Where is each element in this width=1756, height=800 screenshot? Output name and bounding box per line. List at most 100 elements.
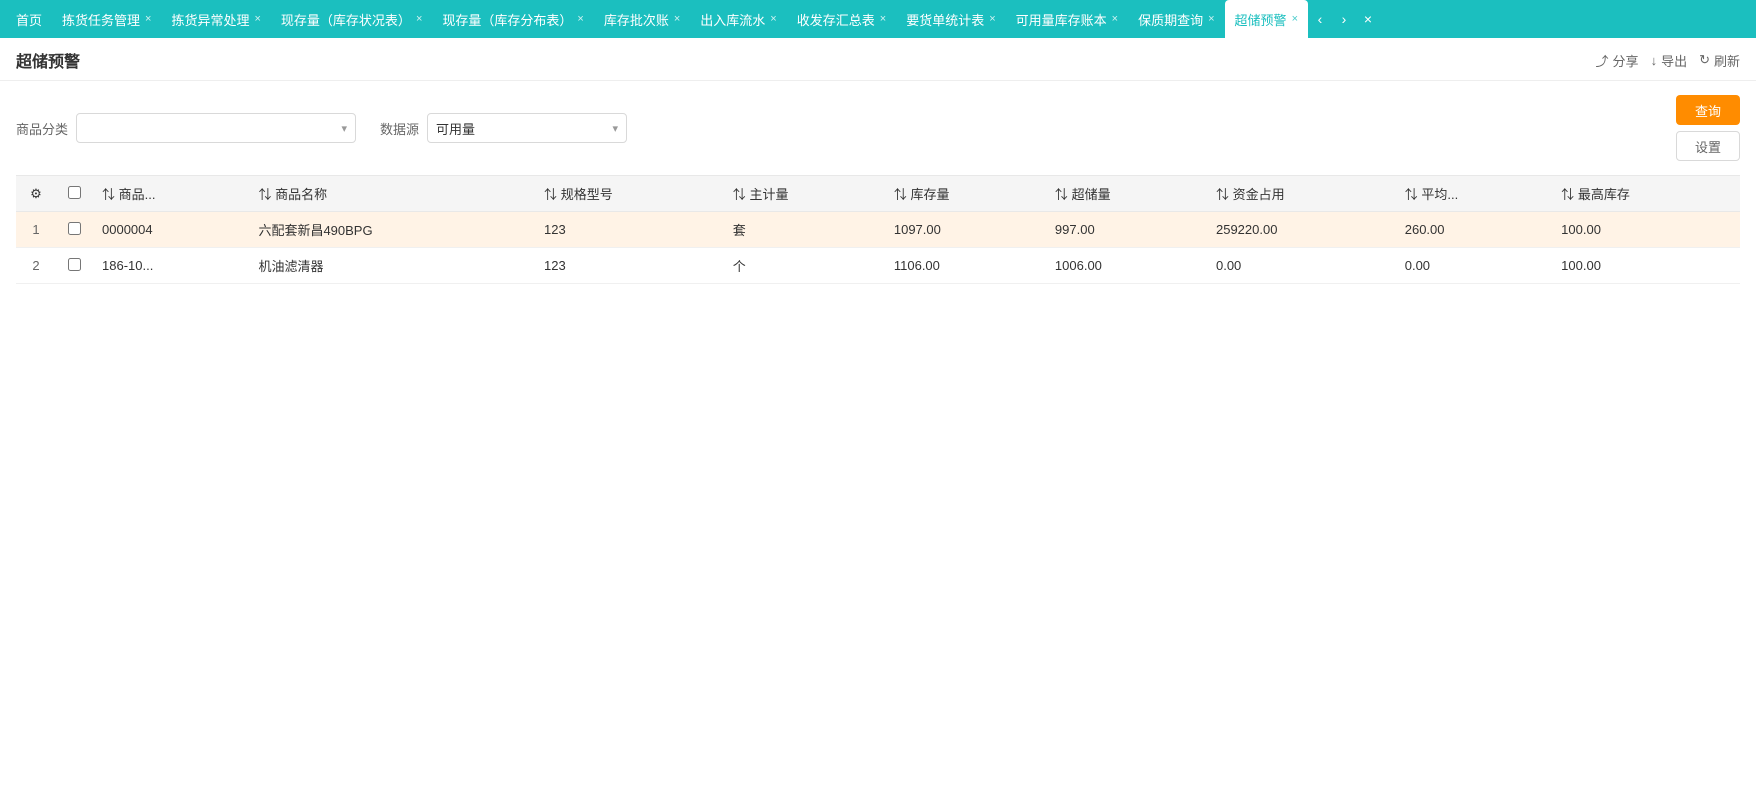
row-stock-qty: 1097.00 [884, 212, 1045, 248]
nav-close-overstock-warn[interactable]: × [1292, 13, 1298, 25]
row-spec: 123 [534, 248, 723, 284]
header-actions: ⤴ 分享 ↓ 导出 ↻ 刷新 [1596, 51, 1740, 70]
table-header-row: ⚙ ⇅ 商品... ⇅ 商品名称 ⇅ 规格型号 ⇅ [16, 176, 1740, 212]
col-overstock-qty-header[interactable]: ⇅ 超储量 [1045, 176, 1206, 212]
row-capital-occ: 0.00 [1206, 248, 1395, 284]
category-filter-group: 商品分类 ▾ [16, 113, 356, 143]
datasource-select[interactable]: 可用量 ▾ [427, 113, 627, 143]
col-stock-qty-header[interactable]: ⇅ 库存量 [884, 176, 1045, 212]
query-button[interactable]: 查询 [1676, 95, 1740, 125]
nav-order-stats[interactable]: 要货单统计表 × [896, 0, 1005, 38]
filter-area: 商品分类 ▾ 数据源 可用量 ▾ 查询 设置 [0, 81, 1756, 175]
col-avg-header[interactable]: ⇅ 平均... [1395, 176, 1551, 212]
nav-scroll-right[interactable]: › [1332, 0, 1356, 38]
table-body: 1 0000004 六配套新昌490BPG 123 套 1097.00 997.… [16, 212, 1740, 284]
row-product-name: 六配套新昌490BPG [248, 212, 534, 248]
col-product-name-header[interactable]: ⇅ 商品名称 [248, 176, 534, 212]
sort-icon: ⇅ [1405, 187, 1418, 202]
datasource-chevron-icon: ▾ [613, 122, 619, 135]
nav-more[interactable]: × [1356, 0, 1380, 38]
share-icon: ⤴ [1596, 51, 1609, 70]
nav-stock-status[interactable]: 现存量（库存状况表） × [271, 0, 432, 38]
col-max-stock-header[interactable]: ⇅ 最高库存 [1551, 176, 1740, 212]
row-spec: 123 [534, 212, 723, 248]
nav-close-stock-status[interactable]: × [416, 13, 422, 25]
sort-icon: ⇅ [894, 187, 907, 202]
sort-icon: ⇅ [733, 187, 746, 202]
datasource-filter-group: 数据源 可用量 ▾ [380, 113, 627, 143]
row-stock-qty: 1106.00 [884, 248, 1045, 284]
nav-close-avail-ledger[interactable]: × [1112, 13, 1118, 25]
refresh-button[interactable]: ↻ 刷新 [1699, 51, 1740, 70]
nav-stock-batch[interactable]: 库存批次账 × [594, 0, 690, 38]
col-checkbox-header [56, 176, 92, 212]
row-checkbox-cell [56, 212, 92, 248]
row-checkbox-cell [56, 248, 92, 284]
row-index: 2 [16, 248, 56, 284]
nav-quality-check[interactable]: 保质期查询 × [1128, 0, 1224, 38]
nav-close-quality-check[interactable]: × [1208, 13, 1214, 25]
row-product-code: 0000004 [92, 212, 248, 248]
export-icon: ↓ [1651, 53, 1658, 68]
nav-avail-ledger[interactable]: 可用量库存账本 × [1006, 0, 1128, 38]
col-spec-header[interactable]: ⇅ 规格型号 [534, 176, 723, 212]
sort-icon: ⇅ [1055, 187, 1068, 202]
sort-icon: ⇅ [102, 187, 115, 202]
col-capital-occ-header[interactable]: ⇅ 资金占用 [1206, 176, 1395, 212]
nav-inout-flow[interactable]: 出入库流水 × [690, 0, 786, 38]
nav-overstock-warn[interactable]: 超储预警 × [1225, 0, 1308, 38]
sort-icon: ⇅ [1561, 187, 1574, 202]
category-label: 商品分类 [16, 119, 68, 138]
datasource-label: 数据源 [380, 119, 419, 138]
row-max-stock: 100.00 [1551, 248, 1740, 284]
share-button[interactable]: ⤴ 分享 [1596, 51, 1639, 70]
row-capital-occ: 259220.00 [1206, 212, 1395, 248]
nav-task-mgmt[interactable]: 拣货任务管理 × [52, 0, 161, 38]
sort-icon: ⇅ [258, 187, 271, 202]
row-overstock-qty: 1006.00 [1045, 248, 1206, 284]
row-product-code: 186-10... [92, 248, 248, 284]
row-product-name: 机油滤清器 [248, 248, 534, 284]
refresh-icon: ↻ [1699, 52, 1710, 68]
category-select[interactable]: ▾ [76, 113, 356, 143]
col-unit-header[interactable]: ⇅ 主计量 [723, 176, 884, 212]
sort-icon: ⇅ [544, 187, 557, 202]
nav-close-order-stats[interactable]: × [989, 13, 995, 25]
nav-home[interactable]: 首页 [6, 0, 52, 38]
row-avg: 260.00 [1395, 212, 1551, 248]
row-unit: 个 [723, 248, 884, 284]
datasource-value: 可用量 [436, 119, 475, 138]
nav-close-recv-send[interactable]: × [880, 13, 886, 25]
export-button[interactable]: ↓ 导出 [1651, 51, 1688, 70]
row-avg: 0.00 [1395, 248, 1551, 284]
nav-close-inout-flow[interactable]: × [770, 13, 776, 25]
table-row: 1 0000004 六配套新昌490BPG 123 套 1097.00 997.… [16, 212, 1740, 248]
col-settings: ⚙ [16, 176, 56, 212]
top-navigation: 首页 拣货任务管理 × 拣货异常处理 × 现存量（库存状况表） × 现存量（库存… [0, 0, 1756, 38]
row-index: 1 [16, 212, 56, 248]
select-all-checkbox[interactable] [68, 186, 81, 199]
row-checkbox[interactable] [68, 258, 81, 271]
overstock-table: ⚙ ⇅ 商品... ⇅ 商品名称 ⇅ 规格型号 ⇅ [16, 175, 1740, 284]
nav-scroll-left[interactable]: ‹ [1308, 0, 1332, 38]
category-chevron-icon: ▾ [341, 122, 347, 135]
nav-close-stock-dist[interactable]: × [577, 13, 583, 25]
nav-close-stock-batch[interactable]: × [674, 13, 680, 25]
page-title: 超储预警 [16, 48, 80, 72]
nav-abnormal[interactable]: 拣货异常处理 × [161, 0, 270, 38]
table-row: 2 186-10... 机油滤清器 123 个 1106.00 1006.00 … [16, 248, 1740, 284]
nav-recv-send[interactable]: 收发存汇总表 × [787, 0, 896, 38]
table-container: ⚙ ⇅ 商品... ⇅ 商品名称 ⇅ 规格型号 ⇅ [0, 175, 1756, 284]
page-header: 超储预警 ⤴ 分享 ↓ 导出 ↻ 刷新 [0, 38, 1756, 81]
row-unit: 套 [723, 212, 884, 248]
col-product-code-header[interactable]: ⇅ 商品... [92, 176, 248, 212]
sort-icon: ⇅ [1216, 187, 1229, 202]
row-max-stock: 100.00 [1551, 212, 1740, 248]
action-buttons: 查询 设置 [1676, 95, 1740, 161]
nav-close-abnormal[interactable]: × [254, 13, 260, 25]
nav-stock-dist[interactable]: 现存量（库存分布表） × [432, 0, 593, 38]
gear-icon[interactable]: ⚙ [30, 186, 42, 201]
row-checkbox[interactable] [68, 222, 81, 235]
nav-close-task-mgmt[interactable]: × [145, 13, 151, 25]
settings-button[interactable]: 设置 [1676, 131, 1740, 161]
